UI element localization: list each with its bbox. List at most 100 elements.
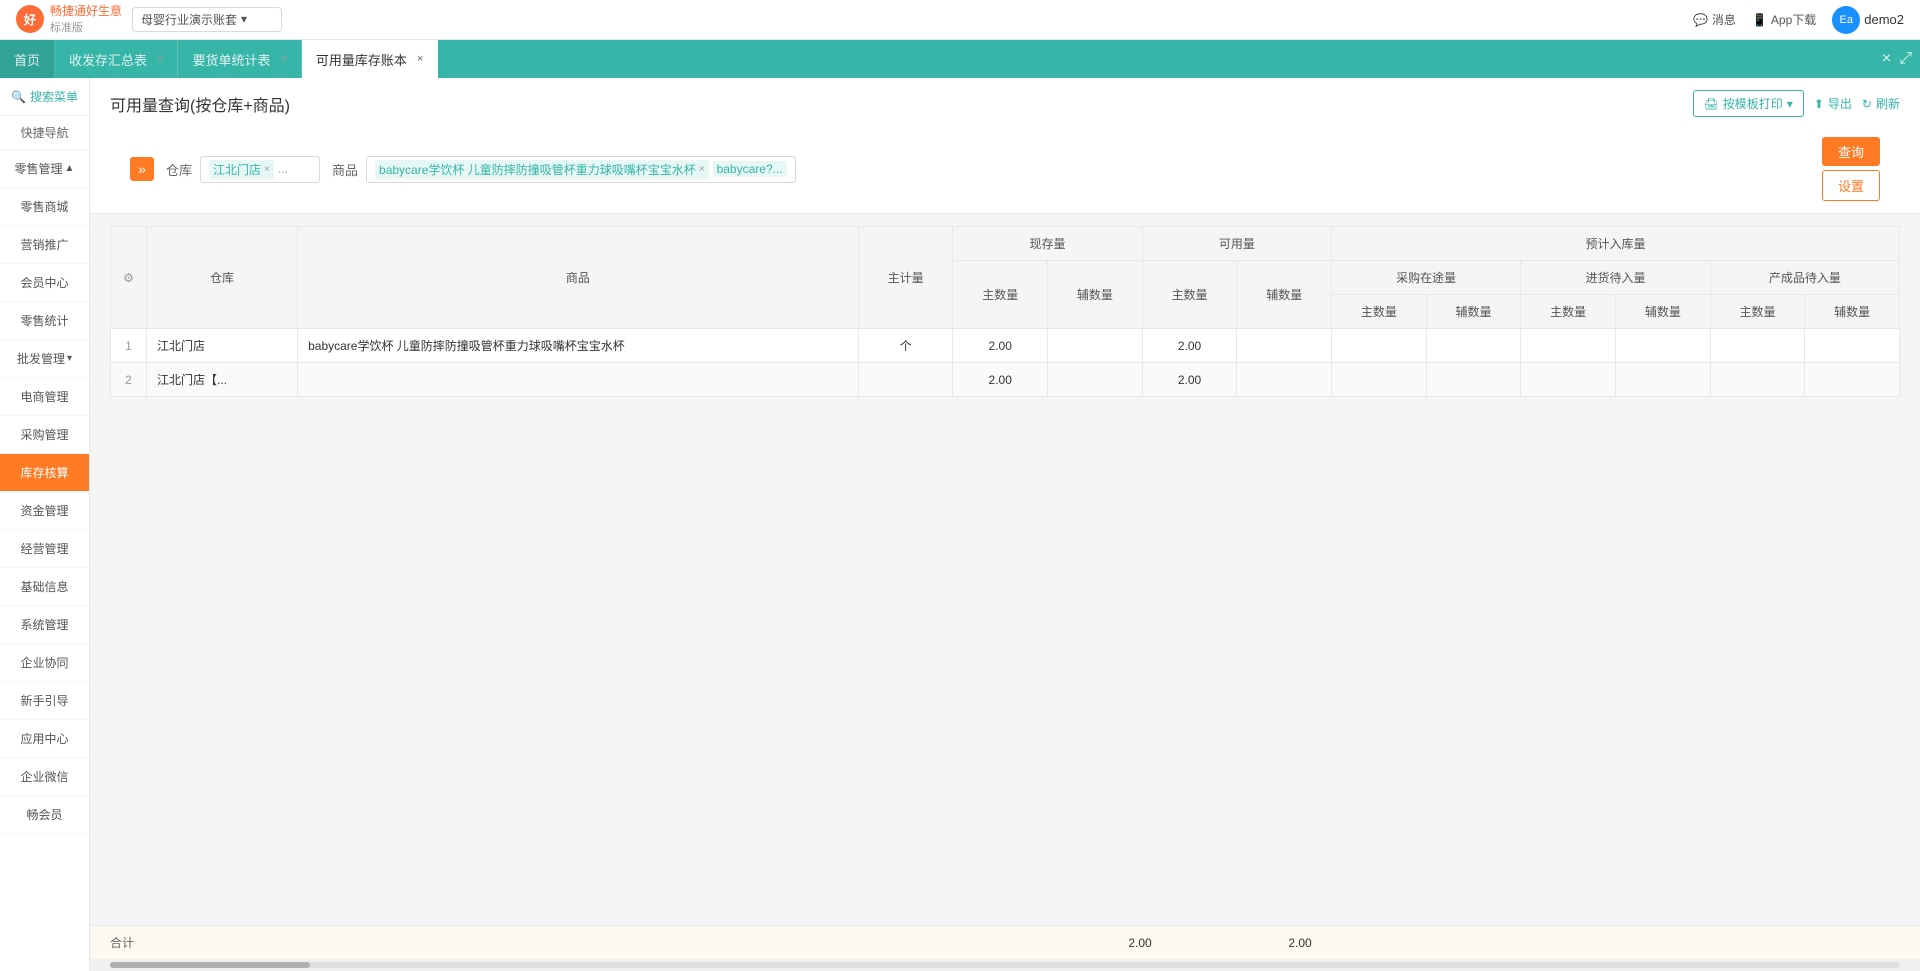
quick-nav-label: 快捷导航 <box>20 124 68 141</box>
sidebar-item-retail-mgmt[interactable]: 零售管理 ▲ <box>0 150 89 188</box>
sidebar-item-wholesale-mgmt[interactable]: 批发管理 ▾ <box>0 340 89 378</box>
main-layout: 🔍 搜索菜单 快捷导航 零售管理 ▲ 零售商城 营销推广 会员中心 零售统计 <box>0 78 1920 971</box>
th-gp-aux: 辅数量 <box>1616 295 1711 329</box>
logo-text-area: 畅捷通好生意 标准版 <box>50 4 122 34</box>
enterprise-wechat-label: 企业微信 <box>20 768 68 785</box>
scrollbar-thumb[interactable] <box>110 962 310 968</box>
logo-icon: 好 <box>16 5 44 33</box>
th-current-main-qty-text: 主数量 <box>982 288 1018 302</box>
th-gp-main: 主数量 <box>1521 295 1616 329</box>
filter-actions: 查询 设置 <box>1822 137 1880 201</box>
tab-home[interactable]: 首页 <box>0 40 55 78</box>
td-gp-main-1 <box>1521 329 1616 363</box>
sidebar-item-system[interactable]: 系统管理 <box>0 606 89 644</box>
sidebar-item-operations[interactable]: 经营管理 <box>0 530 89 568</box>
sidebar-item-inventory[interactable]: 库存核算 <box>0 454 89 492</box>
sidebar-item-enterprise-wechat[interactable]: 企业微信 <box>0 758 89 796</box>
onboarding-label: 新手引导 <box>20 692 68 709</box>
sidebar-item-member[interactable]: 会员中心 <box>0 264 89 302</box>
message-btn[interactable]: 💬 消息 <box>1693 11 1736 28</box>
sidebar-item-enterprise[interactable]: 企业协同 <box>0 644 89 682</box>
warehouse-tag-close[interactable]: × <box>264 164 270 175</box>
tab-order[interactable]: 要货单统计表 × <box>178 40 301 78</box>
search-menu-btn[interactable]: 🔍 搜索菜单 <box>8 88 81 105</box>
th-finished-pending-text: 产成品待入量 <box>1769 271 1841 285</box>
th-avail-aux-qty: 辅数量 <box>1237 261 1332 329</box>
td-cur-main-2: 2.00 <box>953 363 1048 397</box>
sidebar-item-basic-info[interactable]: 基础信息 <box>0 568 89 606</box>
page-title: 可用量查询(按仓库+商品) <box>110 92 290 116</box>
th-available-text: 可用量 <box>1219 237 1255 251</box>
warehouse-input[interactable]: 江北门店 × ... <box>200 156 320 183</box>
expand-icon[interactable]: ⤢ <box>1899 50 1912 68</box>
th-forecast-inbound: 预计入库量 <box>1332 227 1900 261</box>
th-warehouse-text: 仓库 <box>210 271 234 285</box>
td-pt-aux-1 <box>1426 329 1521 363</box>
footer-label: 合计 <box>110 934 134 951</box>
user-area[interactable]: Ea demo2 <box>1832 6 1904 34</box>
product-tag-1-text: babycare学饮杯 儿童防摔防撞吸管杯重力球吸嘴杯宝宝水杯 <box>379 161 696 178</box>
td-warehouse-2: 江北门店【... <box>147 363 298 397</box>
td-avail-aux-1 <box>1237 329 1332 363</box>
app-download-btn[interactable]: 📱 App下载 <box>1752 11 1816 28</box>
sidebar-item-quick-nav[interactable]: 快捷导航 <box>0 116 89 150</box>
footer-fp-main <box>1740 936 1820 950</box>
sidebar-item-marketing[interactable]: 营销推广 <box>0 226 89 264</box>
horizontal-scrollbar[interactable] <box>90 959 1920 971</box>
tab-order-close[interactable]: × <box>280 53 286 65</box>
td-cur-main-1: 2.00 <box>953 329 1048 363</box>
inventory-label: 库存核算 <box>20 464 68 481</box>
sidebar-item-retail-mall[interactable]: 零售商城 <box>0 188 89 226</box>
scrollbar-track <box>110 962 1900 968</box>
th-available: 可用量 <box>1142 227 1331 261</box>
tab-available[interactable]: 可用量库存账本 × <box>302 40 438 78</box>
tab-receive-close[interactable]: × <box>157 53 163 65</box>
sidebar-item-retail-stats[interactable]: 零售统计 <box>0 302 89 340</box>
td-gp-aux-2 <box>1616 363 1711 397</box>
settings-icon[interactable]: ⚙ <box>123 271 134 285</box>
product-tag-2: babycare?... <box>713 161 787 177</box>
table-header-row-1: ⚙ 仓库 商品 主计量 现存量 <box>111 227 1900 261</box>
sidebar-item-ecommerce[interactable]: 电商管理 <box>0 378 89 416</box>
refresh-btn[interactable]: ↻ 刷新 <box>1862 95 1900 112</box>
td-avail-main-2: 2.00 <box>1142 363 1237 397</box>
sidebar-item-finance[interactable]: 资金管理 <box>0 492 89 530</box>
export-btn[interactable]: ⬆ 导出 <box>1814 95 1852 112</box>
table-row: 2 江北门店【... 2.00 2.00 <box>111 363 1900 397</box>
product-tag-1: babycare学饮杯 儿童防摔防撞吸管杯重力球吸嘴杯宝宝水杯 × <box>375 160 709 179</box>
td-fp-aux-1 <box>1805 329 1900 363</box>
tab-available-label: 可用量库存账本 <box>316 50 407 69</box>
th-forecast-inbound-text: 预计入库量 <box>1586 237 1646 251</box>
th-current-main-qty: 主数量 <box>953 261 1048 329</box>
footer-avail-main: 2.00 <box>1260 936 1340 950</box>
sidebar-item-purchase[interactable]: 采购管理 <box>0 416 89 454</box>
settings-btn[interactable]: 设置 <box>1822 170 1880 201</box>
warehouse-more[interactable]: ... <box>278 162 288 176</box>
retail-mgmt-inner: 零售管理 ▲ <box>0 160 89 177</box>
tenant-selector[interactable]: 母婴行业演示账套 ▾ <box>132 7 282 32</box>
td-avail-aux-2 <box>1237 363 1332 397</box>
th-finished-pending: 产成品待入量 <box>1710 261 1899 295</box>
ecommerce-label: 电商管理 <box>20 388 68 405</box>
sidebar-item-app-center[interactable]: 应用中心 <box>0 720 89 758</box>
sidebar-item-onboarding[interactable]: 新手引导 <box>0 682 89 720</box>
footer-gp-main <box>1580 936 1660 950</box>
tab-receive[interactable]: 收发存汇总表 × <box>55 40 178 78</box>
table-container: ⚙ 仓库 商品 主计量 现存量 <box>90 214 1920 925</box>
finance-label: 资金管理 <box>20 502 68 519</box>
filter-expand-btn[interactable]: » <box>130 157 154 181</box>
footer-pt-aux <box>1500 936 1580 950</box>
footer-gp-aux <box>1660 936 1740 950</box>
tab-available-close[interactable]: × <box>417 53 423 65</box>
retail-mgmt-label: 零售管理 <box>15 160 63 177</box>
th-warehouse: 仓库 <box>147 227 298 329</box>
refresh-icon: ↻ <box>1862 97 1872 111</box>
th-current-aux-qty: 辅数量 <box>1048 261 1143 329</box>
product-tag-1-close[interactable]: × <box>699 164 705 175</box>
product-input[interactable]: babycare学饮杯 儿童防摔防撞吸管杯重力球吸嘴杯宝宝水杯 × babyca… <box>366 156 796 183</box>
query-btn[interactable]: 查询 <box>1822 137 1880 166</box>
operations-label: 经营管理 <box>20 540 68 557</box>
sidebar-item-membership[interactable]: 畅会员 <box>0 796 89 834</box>
template-print-btn[interactable]: 🖨 按模板打印 ▾ <box>1693 90 1804 117</box>
close-all-tabs-btn[interactable]: × <box>1882 50 1891 68</box>
